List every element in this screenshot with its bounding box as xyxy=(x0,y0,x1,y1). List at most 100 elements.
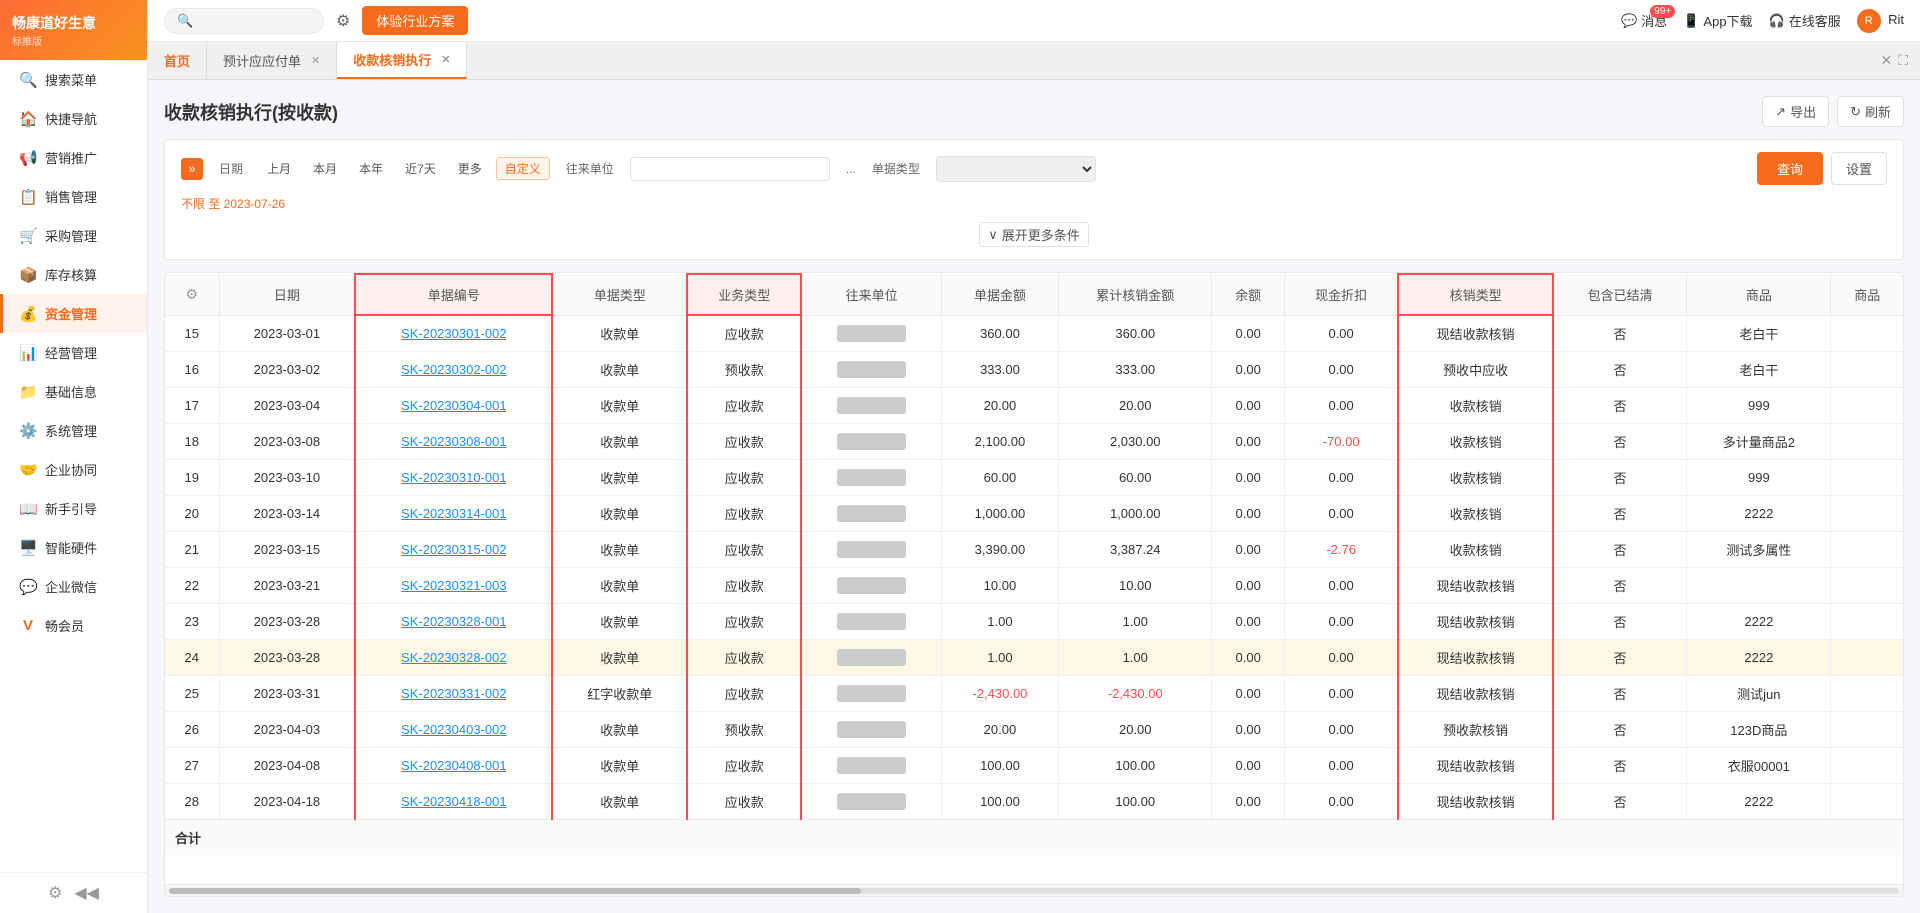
filter-bar: » 日期 上月 本月 本年 近7天 更多 自定义 往来单位 ... 单据类型 xyxy=(164,139,1904,260)
table-row[interactable]: 18 2023-03-08 SK-20230308-001 收款单 应收款 ██… xyxy=(165,424,1903,460)
cell-goods: 多计量商品2 xyxy=(1687,424,1831,460)
doc-no-link[interactable]: SK-20230302-002 xyxy=(401,362,507,377)
app-subtitle: 标推版 xyxy=(12,33,42,48)
doc-no-link[interactable]: SK-20230403-002 xyxy=(401,722,507,737)
sidebar-label-marketing: 营销推广 xyxy=(45,148,97,167)
table-row[interactable]: 22 2023-03-21 SK-20230321-003 收款单 应收款 ██… xyxy=(165,568,1903,604)
cell-cash-discount: 0.00 xyxy=(1285,676,1399,712)
industry-solution-button[interactable]: 体验行业方案 xyxy=(362,6,468,35)
cell-partner: ████ xyxy=(801,388,941,424)
table-row[interactable]: 24 2023-03-28 SK-20230328-002 收款单 应收款 ██… xyxy=(165,640,1903,676)
query-button[interactable]: 查询 xyxy=(1757,152,1823,185)
tab-collection[interactable]: 收款核销执行 ✕ xyxy=(337,42,467,79)
scrollbar-thumb[interactable] xyxy=(169,888,861,894)
sidebar-item-search[interactable]: 🔍 搜索菜单 xyxy=(0,60,147,99)
app-download-link[interactable]: 📱 App下载 xyxy=(1683,11,1752,30)
cell-partner: ████ xyxy=(801,460,941,496)
table-row[interactable]: 16 2023-03-02 SK-20230302-002 收款单 预收款 ██… xyxy=(165,352,1903,388)
doc-no-link[interactable]: SK-20230408-001 xyxy=(401,758,507,773)
expand-conditions-button[interactable]: ∨ 展开更多条件 xyxy=(979,222,1089,247)
sidebar-item-guide[interactable]: 📖 新手引导 xyxy=(0,489,147,528)
table-row[interactable]: 20 2023-03-14 SK-20230314-001 收款单 应收款 ██… xyxy=(165,496,1903,532)
sidebar-item-purchase[interactable]: 🛒 采购管理 xyxy=(0,216,147,255)
date-tag-this-month[interactable]: 本月 xyxy=(305,158,345,179)
doc-no-link[interactable]: SK-20230308-001 xyxy=(401,434,507,449)
sidebar-item-member[interactable]: V 畅会员 xyxy=(0,606,147,645)
doc-no-link[interactable]: SK-20230328-001 xyxy=(401,614,507,629)
sidebar-item-wechat[interactable]: 💬 企业微信 xyxy=(0,567,147,606)
cell-date: 2023-03-31 xyxy=(219,676,355,712)
date-tag-this-year[interactable]: 本年 xyxy=(351,158,391,179)
settings-icon[interactable]: ⚙ xyxy=(48,883,62,903)
tab-receivable-close[interactable]: ✕ xyxy=(311,54,320,67)
table-row[interactable]: 21 2023-03-15 SK-20230315-002 收款单 应收款 ██… xyxy=(165,532,1903,568)
doc-no-link[interactable]: SK-20230314-001 xyxy=(401,506,507,521)
col-biz-type: 业务类型 xyxy=(687,274,801,315)
tab-home[interactable]: 首页 xyxy=(148,42,207,79)
refresh-button[interactable]: ↻ 刷新 xyxy=(1837,96,1904,127)
cell-num: 15 xyxy=(165,315,219,352)
doc-type-filter-select[interactable] xyxy=(936,156,1096,182)
topbar-search-box[interactable]: 🔍 xyxy=(164,8,324,34)
table-row[interactable]: 19 2023-03-10 SK-20230310-001 收款单 应收款 ██… xyxy=(165,460,1903,496)
filter-collapse-button[interactable]: » xyxy=(181,158,203,180)
cell-doc-type: 收款单 xyxy=(552,388,687,424)
table-row[interactable]: 27 2023-04-08 SK-20230408-001 收款单 应收款 ██… xyxy=(165,748,1903,784)
scrollbar-track[interactable] xyxy=(169,888,1899,894)
doc-no-link[interactable]: SK-20230331-002 xyxy=(401,686,507,701)
filter-settings-button[interactable]: 设置 xyxy=(1831,152,1887,185)
cell-num: 24 xyxy=(165,640,219,676)
sidebar-item-nav[interactable]: 🏠 快捷导航 xyxy=(0,99,147,138)
doc-no-link[interactable]: SK-20230328-002 xyxy=(401,650,507,665)
table-row[interactable]: 23 2023-03-28 SK-20230328-001 收款单 应收款 ██… xyxy=(165,604,1903,640)
cell-goods2 xyxy=(1831,640,1903,676)
cell-goods2 xyxy=(1831,424,1903,460)
cell-balance: 0.00 xyxy=(1212,784,1285,820)
table-row[interactable]: 26 2023-04-03 SK-20230403-002 收款单 预收款 ██… xyxy=(165,712,1903,748)
table-scroll-area[interactable]: ⚙ 日期 单据编号 单据类型 业务类型 往来单位 单据金额 累计核销金额 余额 … xyxy=(165,273,1903,884)
cell-doc-type: 收款单 xyxy=(552,640,687,676)
doc-no-link[interactable]: SK-20230315-002 xyxy=(401,542,507,557)
sidebar-item-hardware[interactable]: 🖥️ 智能硬件 xyxy=(0,528,147,567)
doc-no-link[interactable]: SK-20230301-002 xyxy=(401,326,507,341)
cell-balance: 0.00 xyxy=(1212,712,1285,748)
export-button[interactable]: ↗ 导出 xyxy=(1762,96,1829,127)
sidebar-item-marketing[interactable]: 📢 营销推广 xyxy=(0,138,147,177)
partner-filter-input[interactable] xyxy=(630,157,830,181)
col-gear[interactable]: ⚙ xyxy=(165,274,219,315)
online-service-link[interactable]: 🎧 在线客服 xyxy=(1769,11,1841,30)
date-tag-custom[interactable]: 自定义 xyxy=(496,157,550,180)
tab-collection-close[interactable]: ✕ xyxy=(441,53,450,66)
sidebar-item-operation[interactable]: 📊 经营管理 xyxy=(0,333,147,372)
sidebar-item-system[interactable]: ⚙️ 系统管理 xyxy=(0,411,147,450)
search-icon: 🔍 xyxy=(19,71,37,89)
tab-receivable[interactable]: 预计应应付单 ✕ xyxy=(207,42,337,79)
message-badge[interactable]: 💬 消息 99+ xyxy=(1621,11,1667,30)
table-gear-icon[interactable]: ⚙ xyxy=(186,286,199,302)
doc-no-link[interactable]: SK-20230310-001 xyxy=(401,470,507,485)
topbar-gear-icon[interactable]: ⚙ xyxy=(336,11,350,31)
sidebar-item-enterprise[interactable]: 🤝 企业协同 xyxy=(0,450,147,489)
sidebar-item-sales[interactable]: 📋 销售管理 xyxy=(0,177,147,216)
doc-no-link[interactable]: SK-20230321-003 xyxy=(401,578,507,593)
table-row[interactable]: 15 2023-03-01 SK-20230301-002 收款单 应收款 ██… xyxy=(165,315,1903,352)
date-tag-more[interactable]: 更多 xyxy=(450,158,490,179)
cell-include-settled: 否 xyxy=(1553,424,1687,460)
date-filter-label: 日期 xyxy=(219,160,243,177)
doc-no-link[interactable]: SK-20230304-001 xyxy=(401,398,507,413)
sidebar-item-basic[interactable]: 📁 基础信息 xyxy=(0,372,147,411)
sidebar-item-finance[interactable]: 💰 资金管理 xyxy=(0,294,147,333)
user-info[interactable]: R Rit xyxy=(1857,9,1904,33)
collapse-icon[interactable]: ◀◀ xyxy=(74,883,99,903)
cell-balance: 0.00 xyxy=(1212,388,1285,424)
table-row[interactable]: 17 2023-03-04 SK-20230304-001 收款单 应收款 ██… xyxy=(165,388,1903,424)
sidebar-item-inventory[interactable]: 📦 库存核算 xyxy=(0,255,147,294)
doc-no-link[interactable]: SK-20230418-001 xyxy=(401,794,507,809)
tab-fullscreen-icon[interactable]: ⛶ xyxy=(1898,52,1908,69)
horizontal-scrollbar[interactable] xyxy=(165,884,1903,896)
date-tag-last-month[interactable]: 上月 xyxy=(259,158,299,179)
table-row[interactable]: 28 2023-04-18 SK-20230418-001 收款单 应收款 ██… xyxy=(165,784,1903,820)
date-tag-7days[interactable]: 近7天 xyxy=(397,158,444,179)
table-row[interactable]: 25 2023-03-31 SK-20230331-002 红字收款单 应收款 … xyxy=(165,676,1903,712)
tab-close-all-icon[interactable]: ✕ xyxy=(1880,52,1892,69)
